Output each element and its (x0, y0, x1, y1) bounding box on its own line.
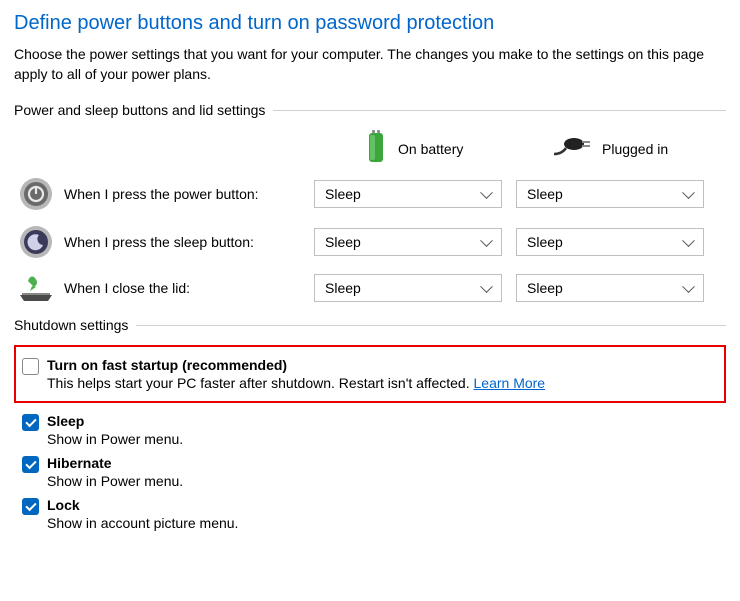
lid-battery-select[interactable]: Sleep (314, 274, 502, 302)
fast-startup-checkbox[interactable] (22, 358, 39, 375)
lock-title: Lock (47, 497, 726, 513)
row-power-button: When I press the power button: Sleep Sle… (14, 177, 726, 211)
group-shutdown-settings: Shutdown settings (14, 317, 726, 333)
sleep-checkbox[interactable] (22, 414, 39, 431)
hibernate-checkbox[interactable] (22, 456, 39, 473)
learn-more-link[interactable]: Learn More (474, 375, 546, 391)
power-button-icon (14, 177, 58, 211)
sleep-button-icon (14, 225, 58, 259)
group-power-sleep-lid-label: Power and sleep buttons and lid settings (14, 102, 265, 118)
column-plugged-in: Plugged in (602, 141, 668, 157)
sleep-button-battery-select[interactable]: Sleep (314, 228, 502, 256)
lock-checkbox[interactable] (22, 498, 39, 515)
plug-icon (552, 136, 592, 161)
column-on-battery: On battery (398, 141, 463, 157)
sleep-title: Sleep (47, 413, 726, 429)
row-power-button-label: When I press the power button: (58, 186, 314, 202)
sleep-desc: Show in Power menu. (47, 431, 726, 447)
row-close-lid-label: When I close the lid: (58, 280, 314, 296)
row-sleep-button-label: When I press the sleep button: (58, 234, 314, 250)
power-button-battery-select[interactable]: Sleep (314, 180, 502, 208)
battery-icon (364, 130, 388, 167)
divider (273, 110, 726, 111)
lock-desc: Show in account picture menu. (47, 515, 726, 531)
group-shutdown-settings-label: Shutdown settings (14, 317, 128, 333)
row-close-lid: When I close the lid: Sleep Sleep (14, 273, 726, 303)
fast-startup-title: Turn on fast startup (recommended) (47, 357, 716, 373)
hibernate-title: Hibernate (47, 455, 726, 471)
power-button-plugged-select[interactable]: Sleep (516, 180, 704, 208)
sleep-button-plugged-select[interactable]: Sleep (516, 228, 704, 256)
lid-icon (14, 273, 58, 303)
divider (136, 325, 726, 326)
group-power-sleep-lid: Power and sleep buttons and lid settings (14, 102, 726, 118)
fast-startup-highlight: Turn on fast startup (recommended) This … (14, 345, 726, 403)
hibernate-desc: Show in Power menu. (47, 473, 726, 489)
page-subtitle: Choose the power settings that you want … (14, 45, 726, 84)
row-sleep-button: When I press the sleep button: Sleep Sle… (14, 225, 726, 259)
lid-plugged-select[interactable]: Sleep (516, 274, 704, 302)
page-title: Define power buttons and turn on passwor… (14, 12, 726, 35)
fast-startup-desc: This helps start your PC faster after sh… (47, 375, 716, 391)
column-headers: On battery Plugged in (14, 130, 726, 167)
